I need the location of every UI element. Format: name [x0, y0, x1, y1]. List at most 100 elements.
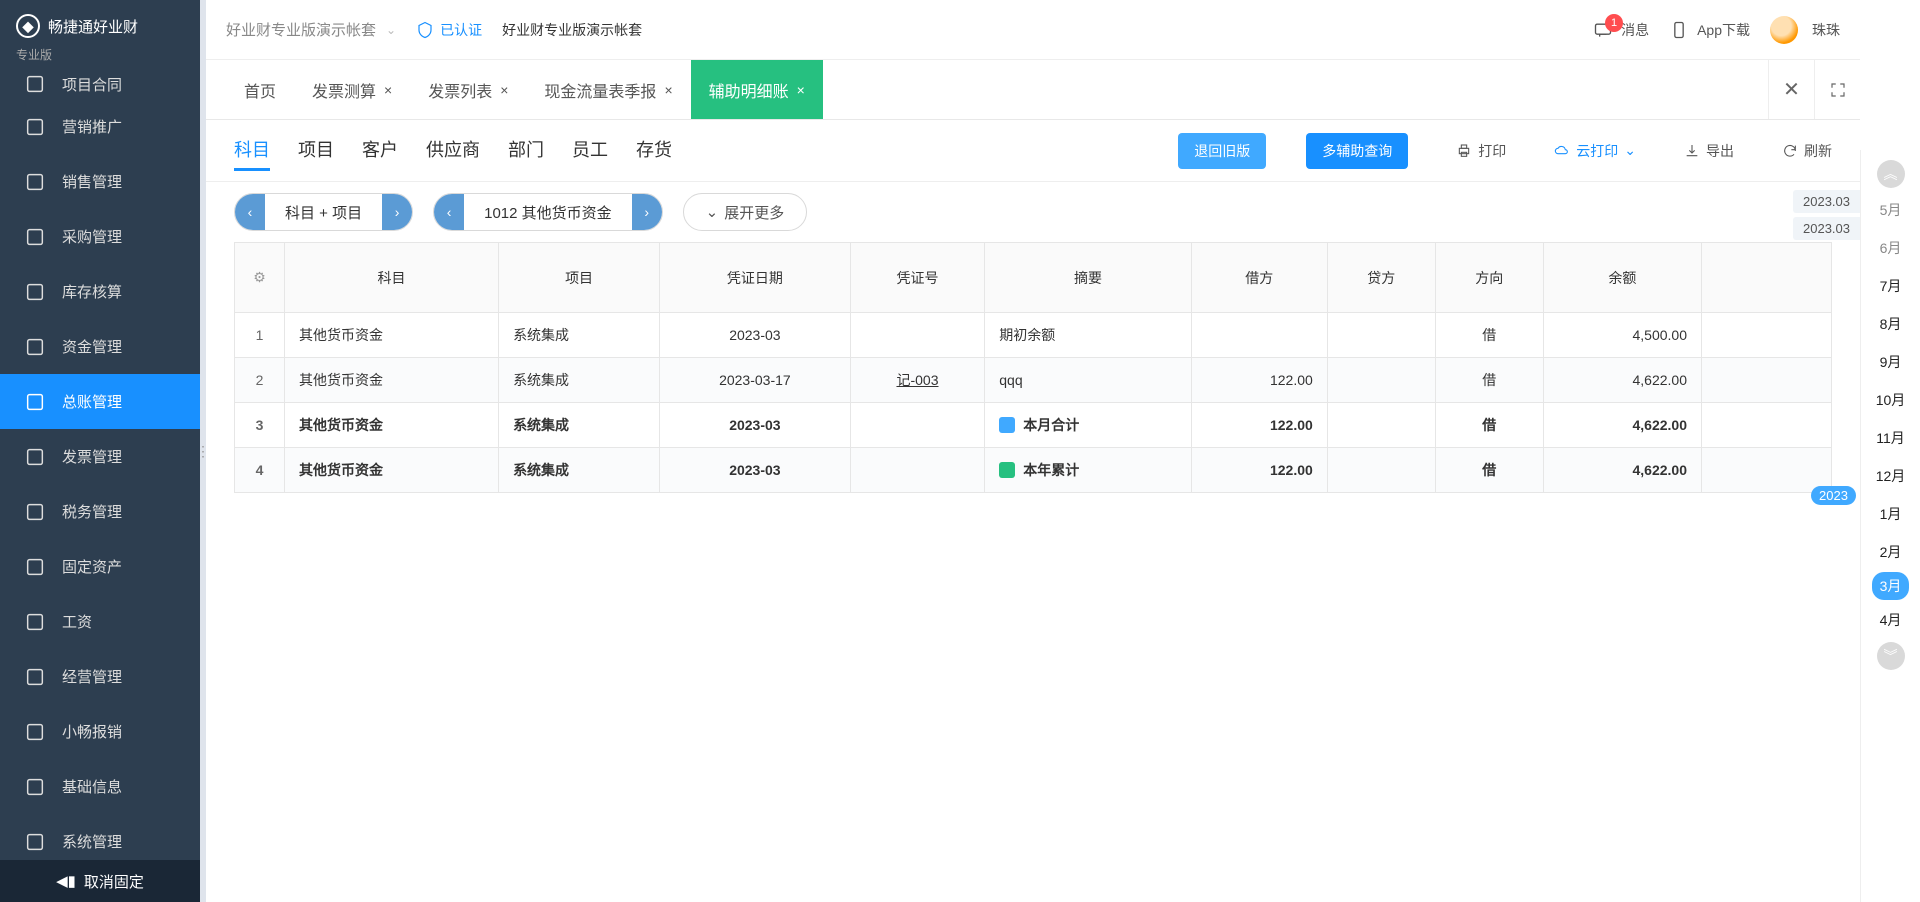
month-3月[interactable]: 3月: [1872, 572, 1910, 600]
cell-debit: [1191, 313, 1327, 358]
pill-label[interactable]: 科目 + 项目: [265, 202, 382, 223]
expand-filters-button[interactable]: ⌄ 展开更多: [683, 193, 808, 231]
voucher-link[interactable]: 记-003: [896, 372, 938, 388]
nav-label: 基础信息: [62, 776, 122, 797]
tab-现金流量表季报[interactable]: 现金流量表季报×: [526, 60, 690, 119]
sidebar-item-pay[interactable]: 工资: [0, 594, 200, 649]
nav-label: 小畅报销: [62, 721, 122, 742]
subtab-科目[interactable]: 科目: [234, 130, 270, 171]
sidebar-item-tax[interactable]: 税务管理: [0, 484, 200, 539]
month-scroll-down[interactable]: ︾: [1877, 642, 1905, 670]
month-9月[interactable]: 9月: [1874, 344, 1908, 380]
sidebar-item-sys[interactable]: 系统管理: [0, 814, 200, 860]
close-icon[interactable]: ×: [664, 82, 672, 98]
month-8月[interactable]: 8月: [1874, 306, 1908, 342]
logo-icon: ◆: [16, 14, 40, 38]
tab-发票列表[interactable]: 发票列表 ×: [410, 60, 526, 119]
tab-首页[interactable]: 首页: [226, 60, 294, 119]
month-6月[interactable]: 6月: [1874, 230, 1908, 266]
subtab-员工[interactable]: 员工: [572, 130, 608, 171]
pill-next-button[interactable]: ›: [632, 194, 662, 230]
nav-label: 营销推广: [62, 116, 122, 137]
month-1月[interactable]: 1月: [1874, 496, 1908, 532]
account-selector[interactable]: 好业财专业版演示帐套 ⌄: [226, 19, 396, 40]
cell-subject: 其他货币资金: [285, 358, 499, 403]
sidebar-item-fa[interactable]: 固定资产: [0, 539, 200, 594]
month-10月[interactable]: 10月: [1870, 382, 1912, 418]
sidebar-item-inv[interactable]: 库存核算: [0, 264, 200, 319]
sidebar-item-base[interactable]: 基础信息: [0, 759, 200, 814]
pill-next-button[interactable]: ›: [382, 194, 412, 230]
sidebar-item-purch[interactable]: 采购管理: [0, 209, 200, 264]
tab-label: 发票列表: [428, 78, 492, 102]
month-7月[interactable]: 7月: [1874, 268, 1908, 304]
sidebar-item-proj[interactable]: 项目合同: [0, 69, 200, 99]
refresh-icon: [1782, 143, 1798, 159]
ledger-table: ⚙科目项目凭证日期凭证号摘要借方贷方方向余额 1其他货币资金系统集成2023-0…: [234, 242, 1832, 493]
close-icon[interactable]: ×: [797, 82, 805, 98]
cell-dir: 借: [1435, 313, 1543, 358]
tab-发票测算[interactable]: 发票测算×: [294, 60, 410, 119]
user-menu[interactable]: 珠珠: [1770, 16, 1840, 44]
month-4月[interactable]: 4月: [1874, 602, 1908, 638]
month-2月[interactable]: 2月: [1874, 534, 1908, 570]
tab-辅助明细账[interactable]: 辅助明细账×: [691, 60, 823, 119]
month-12月[interactable]: 12月: [1870, 458, 1912, 494]
subtab-部门[interactable]: 部门: [508, 130, 544, 171]
cell-debit: 122.00: [1191, 448, 1327, 493]
download-button[interactable]: App下载: [1669, 20, 1750, 40]
pill-prev-button[interactable]: ‹: [235, 194, 265, 230]
cell-date: 2023-03-17: [660, 358, 851, 403]
subtab-供应商[interactable]: 供应商: [426, 130, 480, 171]
unpin-icon: ◀▮: [56, 872, 76, 890]
refresh-button[interactable]: 刷新: [1782, 141, 1832, 161]
close-icon[interactable]: ×: [384, 82, 392, 98]
cloud-icon: [1554, 143, 1570, 159]
verified-badge: 已认证: [416, 20, 482, 40]
messages-button[interactable]: 1 消息: [1593, 20, 1649, 40]
cell-dir: 借: [1435, 448, 1543, 493]
filter-pill-account: ‹ 1012 其他货币资金 ›: [433, 193, 663, 231]
shield-icon: [416, 21, 434, 39]
close-icon[interactable]: ×: [500, 82, 508, 98]
cloud-print-label: 云打印: [1576, 141, 1618, 161]
month-scroll-up[interactable]: ︽: [1877, 160, 1905, 188]
subtab-客户[interactable]: 客户: [362, 130, 398, 171]
month-5月[interactable]: 5月: [1874, 192, 1908, 228]
date-from-chip[interactable]: 2023.03: [1793, 190, 1860, 213]
gear-icon[interactable]: ⚙: [253, 269, 266, 285]
month-rail: ︽ 5月6月7月8月9月10月11月12月1月2月3月4月 ︾ 2023: [1860, 150, 1920, 902]
cell-index: 1: [235, 313, 285, 358]
cell-index: 4: [235, 448, 285, 493]
unpin-button[interactable]: ◀▮ 取消固定: [0, 860, 200, 902]
nav-label: 税务管理: [62, 501, 122, 522]
cell-project: 系统集成: [499, 358, 660, 403]
multi-query-button[interactable]: 多辅助查询: [1306, 133, 1408, 169]
close-tab-button[interactable]: ✕: [1768, 60, 1814, 119]
verified-label: 已认证: [440, 20, 482, 40]
pill-label[interactable]: 1012 其他货币资金: [464, 202, 632, 223]
unpin-label: 取消固定: [84, 871, 144, 892]
subtab-项目[interactable]: 项目: [298, 130, 334, 171]
sidebar-item-biz[interactable]: 经营管理: [0, 649, 200, 704]
sidebar-item-mkt[interactable]: 营销推广: [0, 99, 200, 154]
sidebar-item-rep[interactable]: 小畅报销: [0, 704, 200, 759]
nav-label: 工资: [62, 611, 92, 632]
pill-prev-button[interactable]: ‹: [434, 194, 464, 230]
sidebar-item-inv2[interactable]: 发票管理: [0, 429, 200, 484]
subtab-存货[interactable]: 存货: [636, 130, 672, 171]
expand-label: 展开更多: [724, 202, 784, 223]
cell-credit: [1327, 448, 1435, 493]
back-old-button[interactable]: 退回旧版: [1178, 133, 1266, 169]
month-11月[interactable]: 11月: [1870, 420, 1911, 456]
col-header: 余额: [1543, 243, 1701, 313]
cloud-print-button[interactable]: 云打印 ⌄: [1554, 141, 1636, 161]
print-button[interactable]: 打印: [1456, 141, 1506, 161]
sidebar-item-gl[interactable]: 总账管理: [0, 374, 200, 429]
sidebar-item-sale[interactable]: 销售管理: [0, 154, 200, 209]
sidebar-item-fund[interactable]: 资金管理: [0, 319, 200, 374]
fullscreen-button[interactable]: [1814, 60, 1860, 119]
export-icon: [1684, 143, 1700, 159]
date-to-chip[interactable]: 2023.03: [1793, 217, 1860, 240]
export-button[interactable]: 导出: [1684, 141, 1734, 161]
